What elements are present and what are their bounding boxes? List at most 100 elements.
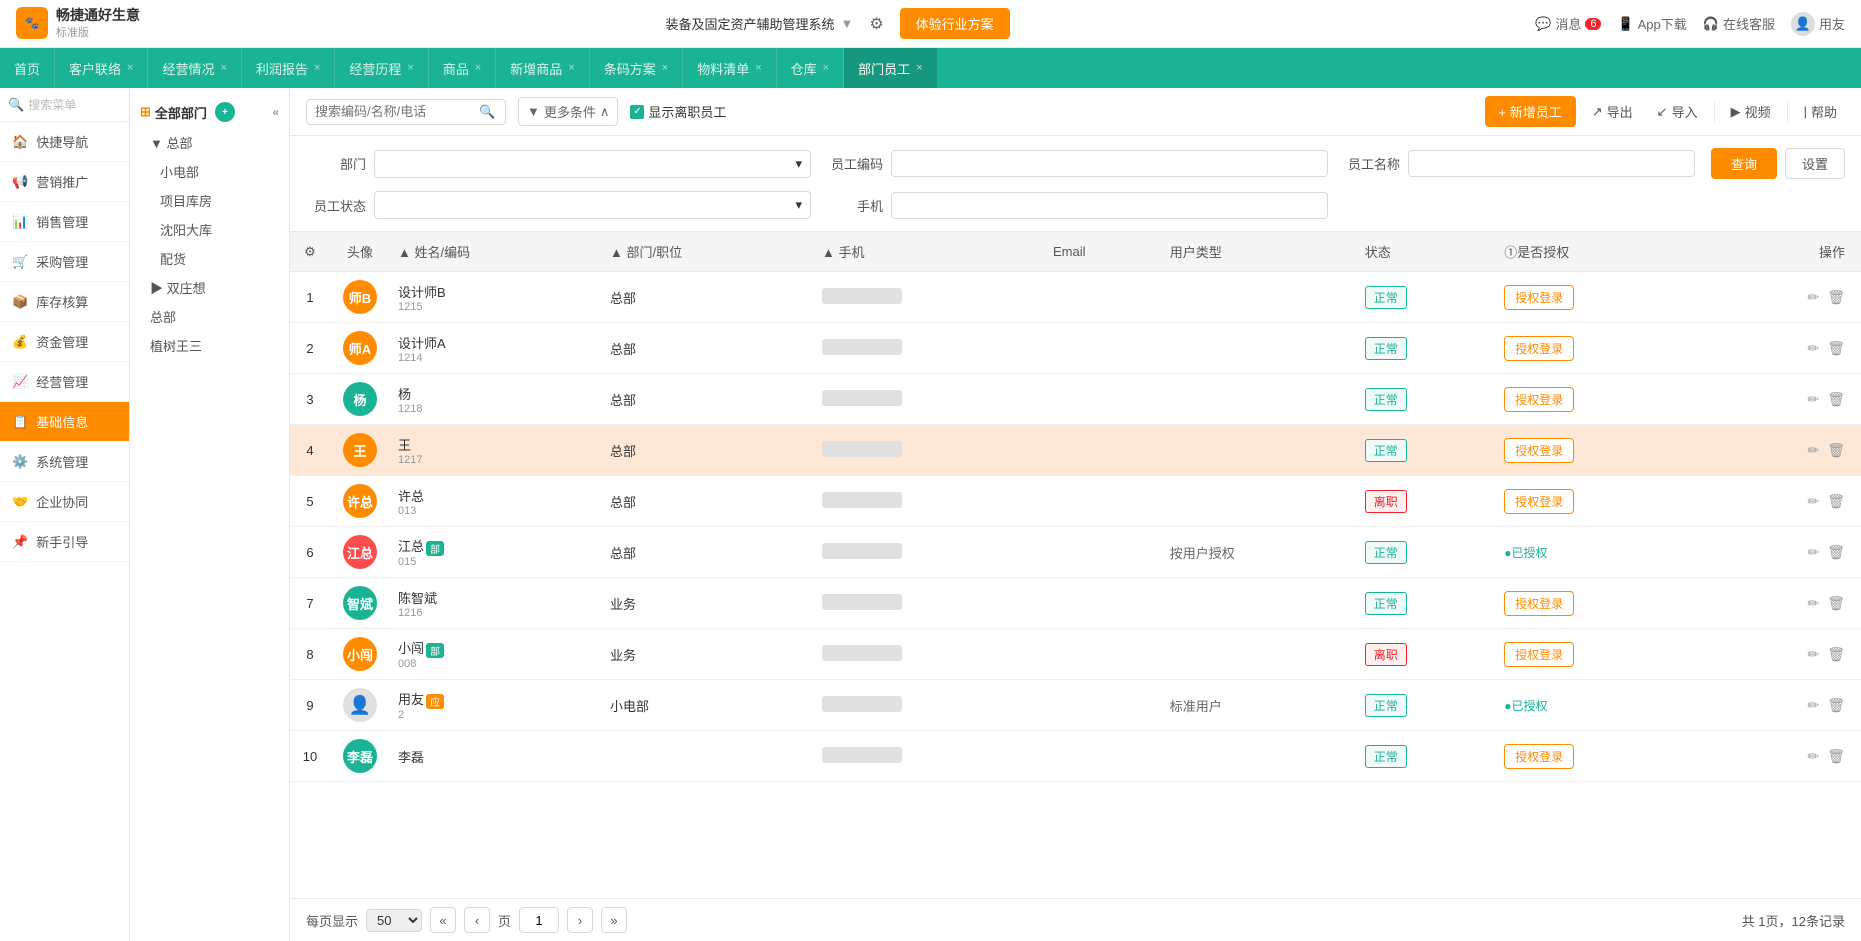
prev-page-btn[interactable]: ‹ (464, 907, 490, 933)
close-icon[interactable]: × (407, 62, 413, 74)
name-col-header[interactable]: ▲ 姓名/编码 (390, 232, 602, 272)
sidebar-item-sales[interactable]: 📊 销售管理 (0, 202, 129, 242)
auth-login-btn[interactable]: 授权登录 (1504, 489, 1574, 514)
dept-item-shuangzhuang[interactable]: ▶ 双庄想 (130, 273, 289, 302)
delete-btn[interactable]: 🗑 (1823, 338, 1849, 359)
delete-btn[interactable]: 🗑 (1823, 593, 1849, 614)
close-icon[interactable]: × (314, 62, 320, 74)
dept-item-small-elec[interactable]: 小电部 (130, 157, 289, 186)
close-icon[interactable]: × (568, 62, 574, 74)
delete-btn[interactable]: 🗑 (1823, 746, 1849, 767)
edit-btn[interactable]: ✏ (1803, 440, 1823, 461)
dept-item-distribution[interactable]: 配货 (130, 244, 289, 273)
settings-col-header[interactable]: ⚙ (290, 232, 330, 272)
emp-name-input[interactable] (1408, 150, 1695, 177)
edit-btn[interactable]: ✏ (1803, 644, 1823, 665)
tab-operation[interactable]: 经营情况 × (148, 48, 241, 88)
search-input[interactable] (315, 104, 475, 119)
tab-bom[interactable]: 物料清单 × (683, 48, 776, 88)
sidebar-item-inventory[interactable]: 📦 库存核算 (0, 282, 129, 322)
sidebar-item-guide[interactable]: 📌 新手引导 (0, 522, 129, 562)
export-btn[interactable]: ↗ 导出 (1584, 98, 1641, 125)
dept-item-shenyang[interactable]: 沈阳大库 (130, 215, 289, 244)
dept-select[interactable]: ▾ (374, 150, 811, 178)
dept-item-hq[interactable]: ▼ 总部 (130, 128, 289, 157)
delete-btn[interactable]: 🗑 (1823, 644, 1849, 665)
sidebar-item-purchase[interactable]: 🛒 采购管理 (0, 242, 129, 282)
search-icon[interactable]: 🔍 (479, 104, 495, 120)
add-employee-button[interactable]: + 新增员工 (1485, 96, 1576, 127)
edit-btn[interactable]: ✏ (1803, 338, 1823, 359)
trial-button[interactable]: 体验行业方案 (900, 8, 1010, 39)
tab-department[interactable]: 部门员工 × (844, 48, 937, 88)
per-page-select[interactable]: 50 100 200 (366, 909, 422, 932)
edit-btn[interactable]: ✏ (1803, 389, 1823, 410)
sidebar-item-basic[interactable]: 📋 基础信息 (0, 402, 129, 442)
edit-btn[interactable]: ✏ (1803, 746, 1823, 767)
sidebar-item-marketing[interactable]: 📢 营销推广 (0, 162, 129, 202)
sidebar-item-quicknav[interactable]: 🏠 快捷导航 (0, 122, 129, 162)
gear-icon[interactable]: ⚙ (869, 14, 883, 34)
tab-history[interactable]: 经营历程 × (335, 48, 428, 88)
search-wrapper[interactable]: 🔍 (306, 99, 506, 125)
close-icon[interactable]: × (220, 62, 226, 74)
tab-new-goods[interactable]: 新增商品 × (496, 48, 589, 88)
delete-btn[interactable]: 🗑 (1823, 389, 1849, 410)
collapse-btn[interactable]: « (272, 105, 279, 119)
close-icon[interactable]: × (662, 62, 668, 74)
import-btn[interactable]: ↙ 导入 (1649, 98, 1706, 125)
edit-btn[interactable]: ✏ (1803, 491, 1823, 512)
set-button[interactable]: 设置 (1785, 148, 1845, 179)
auth-login-btn[interactable]: 授权登录 (1504, 438, 1574, 463)
sidebar-item-finance[interactable]: 💰 资金管理 (0, 322, 129, 362)
tab-barcode[interactable]: 条码方案 × (590, 48, 683, 88)
dept-item-project-room[interactable]: 项目库房 (130, 186, 289, 215)
more-conditions-btn[interactable]: ▼ 更多条件 ∧ (518, 97, 618, 126)
add-dept-btn[interactable]: + (215, 102, 235, 122)
auth-login-btn[interactable]: 授权登录 (1504, 336, 1574, 361)
auth-login-btn[interactable]: 授权登录 (1504, 744, 1574, 769)
auth-login-btn[interactable]: 授权登录 (1504, 285, 1574, 310)
page-input[interactable] (519, 907, 559, 933)
edit-btn[interactable]: ✏ (1803, 695, 1823, 716)
auth-login-btn[interactable]: 授权登录 (1504, 387, 1574, 412)
phone-input[interactable] (891, 192, 1328, 219)
dept-col-header[interactable]: ▲ 部门/职位 (602, 232, 814, 272)
phone-col-header[interactable]: ▲ 手机 (814, 232, 1045, 272)
tab-customer[interactable]: 客户联络 × (55, 48, 148, 88)
next-page-btn[interactable]: › (567, 907, 593, 933)
edit-btn[interactable]: ✏ (1803, 287, 1823, 308)
tab-warehouse[interactable]: 仓库 × (777, 48, 844, 88)
sidebar-item-system[interactable]: ⚙️ 系统管理 (0, 442, 129, 482)
close-icon[interactable]: × (916, 62, 922, 74)
query-button[interactable]: 查询 (1711, 148, 1777, 179)
emp-code-input[interactable] (891, 150, 1328, 177)
delete-btn[interactable]: 🗑 (1823, 491, 1849, 512)
close-icon[interactable]: × (127, 62, 133, 74)
tab-home[interactable]: 首页 (0, 48, 55, 88)
view-btn[interactable]: ▶ 视频 (1723, 98, 1779, 125)
delete-btn[interactable]: 🗑 (1823, 440, 1849, 461)
sidebar-item-collab[interactable]: 🤝 企业协同 (0, 482, 129, 522)
message-btn[interactable]: 💬 消息 6 (1535, 14, 1601, 33)
edit-btn[interactable]: ✏ (1803, 542, 1823, 563)
delete-btn[interactable]: 🗑 (1823, 695, 1849, 716)
last-page-btn[interactable]: » (601, 907, 627, 933)
dropdown-arrow-icon[interactable]: ▼ (840, 16, 853, 31)
delete-btn[interactable]: 🗑 (1823, 542, 1849, 563)
delete-btn[interactable]: 🗑 (1823, 287, 1849, 308)
auth-login-btn[interactable]: 授权登录 (1504, 591, 1574, 616)
close-icon[interactable]: × (823, 62, 829, 74)
dept-item-zhishu[interactable]: 植树王三 (130, 331, 289, 360)
tab-profit[interactable]: 利润报告 × (242, 48, 335, 88)
close-icon[interactable]: × (475, 62, 481, 74)
edit-btn[interactable]: ✏ (1803, 593, 1823, 614)
show-resigned-toggle[interactable]: ✓ 显示离职员工 (630, 102, 726, 121)
dept-item-hq2[interactable]: 总部 (130, 302, 289, 331)
help-btn[interactable]: | 帮助 (1796, 98, 1845, 125)
status-select[interactable]: ▾ (374, 191, 811, 219)
auth-login-btn[interactable]: 授权登录 (1504, 642, 1574, 667)
first-page-btn[interactable]: « (430, 907, 456, 933)
tab-goods[interactable]: 商品 × (429, 48, 496, 88)
online-service-btn[interactable]: 🎧 在线客服 (1703, 14, 1775, 33)
